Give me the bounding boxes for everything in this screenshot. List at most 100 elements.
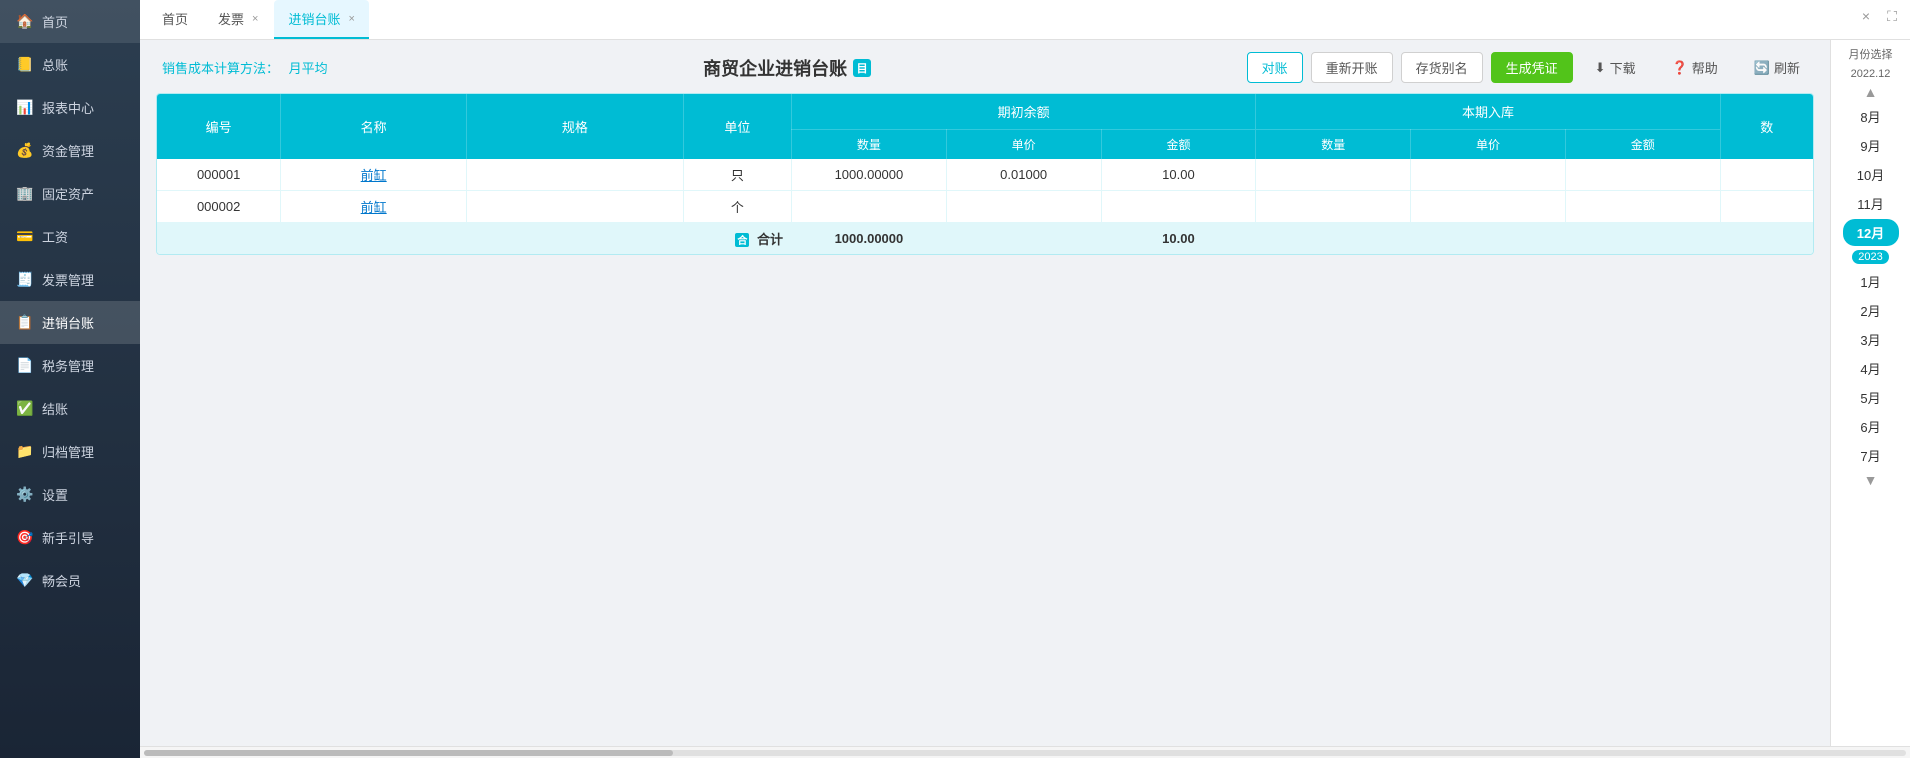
sidebar-item-ledger[interactable]: 📒 总账 [0, 43, 140, 86]
home-icon: 🏠 [16, 13, 34, 31]
content-area: 销售成本计算方法： 月平均 商贸企业进销台账 目 对账 重新开账 存货别名 生成… [140, 40, 1910, 746]
sidebar-label-home: 首页 [42, 12, 68, 31]
cost-method: 销售成本计算方法： 月平均 [156, 58, 328, 77]
sidebar-item-assets[interactable]: 🏢 固定资产 [0, 172, 140, 215]
sidebar-item-inventory[interactable]: 📋 进销台账 [0, 301, 140, 344]
row1-ob-price: 0.01000 [946, 159, 1101, 191]
col-header-current-in: 本期入库 [1256, 94, 1720, 130]
sidebar-item-home[interactable]: 🏠 首页 [0, 0, 140, 43]
row2-extra [1720, 191, 1813, 223]
sub-col-in-price: 单价 [1411, 130, 1566, 160]
reports-icon: 📊 [16, 99, 34, 117]
row1-unit: 只 [683, 159, 791, 191]
tab-invoice-close[interactable]: × [252, 13, 258, 25]
row2-ob-amount [1101, 191, 1256, 223]
save-alias-button[interactable]: 存货别名 [1401, 52, 1483, 83]
download-button[interactable]: ⬇ 下载 [1581, 53, 1650, 82]
close-button[interactable]: × [1856, 6, 1876, 26]
sidebar-item-archive[interactable]: 📁 归档管理 [0, 430, 140, 473]
total-ob-price [946, 223, 1101, 255]
month-11[interactable]: 11月 [1843, 190, 1899, 217]
expand-button[interactable]: ⛶ [1882, 6, 1902, 26]
month-panel-title: 月份选择 [1849, 46, 1893, 62]
download-label: 下载 [1610, 58, 1636, 77]
salary-icon: 💳 [16, 228, 34, 246]
cost-method-label: 销售成本计算方法： [162, 61, 279, 76]
month-scroll-down[interactable]: ▼ [1859, 470, 1883, 490]
tab-inventory[interactable]: 进销台账 × [274, 0, 368, 39]
sidebar-item-invoice[interactable]: 🧾 发票管理 [0, 258, 140, 301]
row2-in-qty [1256, 191, 1411, 223]
month-2023-2[interactable]: 2月 [1843, 297, 1899, 324]
sidebar-label-invoice: 发票管理 [42, 270, 94, 289]
refresh-button[interactable]: 🔄 刷新 [1740, 53, 1814, 82]
tab-invoice[interactable]: 发票 × [204, 0, 272, 39]
window-controls: × ⛶ [1856, 6, 1902, 26]
row2-spec [467, 191, 684, 223]
total-row: 合 合计 1000.00000 10.00 [157, 223, 1813, 255]
sidebar-label-settings: 设置 [42, 485, 68, 504]
month-2023-3[interactable]: 3月 [1843, 326, 1899, 353]
row1-in-amount [1565, 159, 1720, 191]
horizontal-scrollbar[interactable] [140, 746, 1910, 758]
row1-name[interactable]: 前缸 [281, 159, 467, 191]
month-12[interactable]: 12月 [1843, 219, 1899, 246]
sidebar-label-guide: 新手引导 [42, 528, 94, 547]
month-2023-7[interactable]: 7月 [1843, 442, 1899, 469]
month-2023-5[interactable]: 5月 [1843, 384, 1899, 411]
row2-name[interactable]: 前缸 [281, 191, 467, 223]
month-year-2022: 2022.12 [1851, 68, 1891, 80]
col-header-unit: 单位 [683, 94, 791, 159]
tab-home[interactable]: 首页 [148, 0, 202, 39]
total-in-amount [1565, 223, 1720, 255]
total-in-price [1411, 223, 1566, 255]
data-table: 编号 名称 规格 单位 期初余额 本期入库 数 数量 单价 金额 数 [156, 93, 1814, 255]
row1-in-price [1411, 159, 1566, 191]
month-8[interactable]: 8月 [1843, 103, 1899, 130]
sidebar: 🏠 首页 📒 总账 📊 报表中心 💰 资金管理 🏢 固定资产 💳 工资 🧾 发票… [0, 0, 140, 758]
month-2023-4[interactable]: 4月 [1843, 355, 1899, 382]
sidebar-item-guide[interactable]: 🎯 新手引导 [0, 516, 140, 559]
info-icon[interactable]: 目 [853, 59, 871, 77]
reopen-button[interactable]: 重新开账 [1311, 52, 1393, 83]
reconcile-button[interactable]: 对账 [1247, 52, 1303, 83]
month-2023-6[interactable]: 6月 [1843, 413, 1899, 440]
scrollbar-track[interactable] [144, 750, 1906, 756]
sidebar-label-funds: 资金管理 [42, 141, 94, 160]
month-scroll-up[interactable]: ▲ [1859, 82, 1883, 102]
help-label: 帮助 [1692, 58, 1718, 77]
col-header-opening: 期初余额 [792, 94, 1256, 130]
sidebar-item-reports[interactable]: 📊 报表中心 [0, 86, 140, 129]
sidebar-item-funds[interactable]: 💰 资金管理 [0, 129, 140, 172]
sidebar-item-salary[interactable]: 💳 工资 [0, 215, 140, 258]
sidebar-item-settings[interactable]: ⚙️ 设置 [0, 473, 140, 516]
month-9[interactable]: 9月 [1843, 132, 1899, 159]
download-icon: ⬇ [1595, 60, 1606, 76]
row2-unit: 个 [683, 191, 791, 223]
sidebar-item-tax[interactable]: 📄 税务管理 [0, 344, 140, 387]
generate-voucher-button[interactable]: 生成凭证 [1491, 52, 1573, 83]
col-header-more: 数 [1720, 94, 1813, 159]
sub-col-ob-qty: 数量 [792, 130, 947, 160]
assets-icon: 🏢 [16, 185, 34, 203]
funds-icon: 💰 [16, 142, 34, 160]
scrollbar-thumb[interactable] [144, 750, 673, 756]
row1-ob-qty: 1000.00000 [792, 159, 947, 191]
help-button[interactable]: ❓ 帮助 [1658, 53, 1732, 82]
total-icon: 合 [735, 233, 749, 247]
row1-in-qty [1256, 159, 1411, 191]
sidebar-label-member: 畅会员 [42, 571, 81, 590]
month-10[interactable]: 10月 [1843, 161, 1899, 188]
archive-icon: 📁 [16, 443, 34, 461]
month-panel: 月份选择 2022.12 ▲ 8月 9月 10月 11月 12月 2023 1月… [1830, 40, 1910, 746]
tab-inventory-label: 进销台账 [288, 9, 340, 28]
sidebar-label-reports: 报表中心 [42, 98, 94, 117]
sidebar-item-closing[interactable]: ✅ 结账 [0, 387, 140, 430]
tab-inventory-close[interactable]: × [348, 13, 354, 25]
total-ob-amount: 10.00 [1101, 223, 1256, 255]
header-bar: 销售成本计算方法： 月平均 商贸企业进销台账 目 对账 重新开账 存货别名 生成… [156, 52, 1814, 83]
sidebar-item-member[interactable]: 💎 畅会员 [0, 559, 140, 602]
sidebar-label-ledger: 总账 [42, 55, 68, 74]
month-2023-1[interactable]: 1月 [1843, 268, 1899, 295]
table-row: 000001 前缸 只 1000.00000 0.01000 10.00 [157, 159, 1813, 191]
